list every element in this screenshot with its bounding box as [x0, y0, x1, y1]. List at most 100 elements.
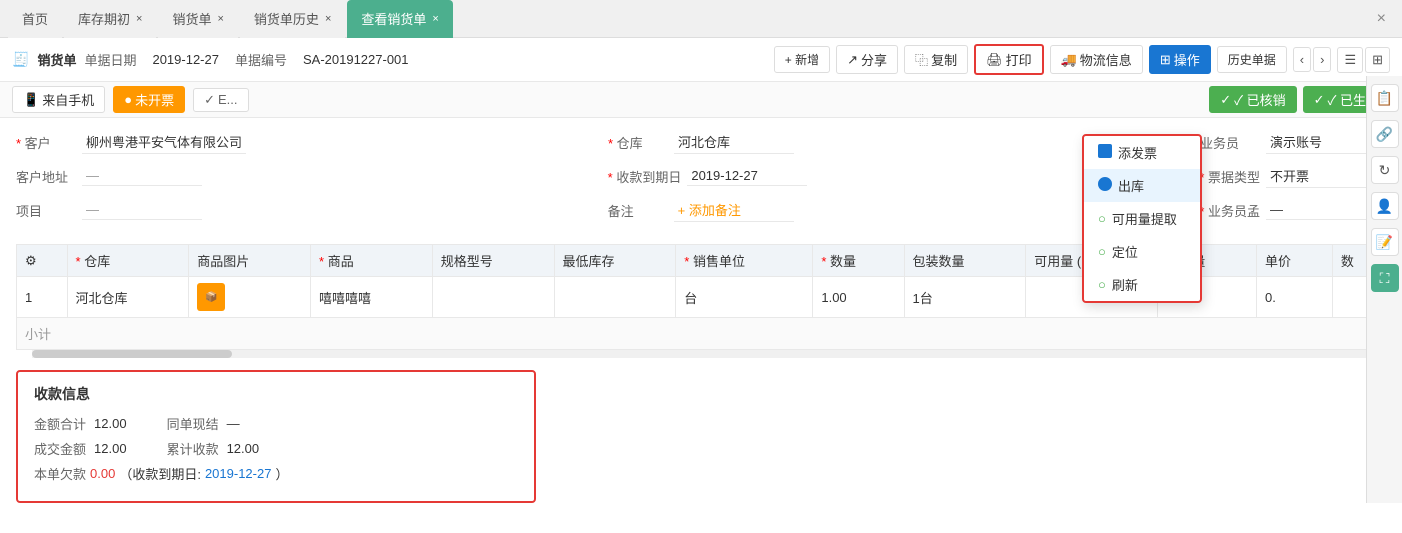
project-value[interactable]: —: [82, 200, 202, 220]
app-container: 首页 库存期初 × 销货单 × 销货单历史 × 查看销货单 × × 🧾 销货单: [0, 0, 1402, 533]
main-toolbar: 🧾 销货单 单据日期 2019-12-27 单据编号 SA-20191227-0…: [0, 38, 1402, 82]
nav-arrows: ‹ ›: [1293, 47, 1332, 72]
tab-home[interactable]: 首页: [8, 0, 62, 38]
col-product: 商品: [311, 245, 433, 277]
owed-label: 本单欠款: [34, 464, 86, 483]
share-icon: ↗: [847, 52, 858, 68]
col-price: 单价: [1257, 245, 1333, 277]
right-sidebar: 📋 🔗 ↻ 👤 📝 ⛶: [1366, 76, 1402, 503]
dropdown-item-outbound[interactable]: 出库: [1084, 169, 1200, 202]
print-button[interactable]: 🖨 打印: [974, 44, 1044, 75]
grid-view-button[interactable]: ⊞: [1365, 47, 1390, 73]
row-product-img: 📦: [189, 277, 311, 318]
logistics-icon: 🚚: [1061, 52, 1077, 68]
dropdown-refresh-label: 刷新: [1112, 275, 1138, 294]
biz-person2-label: 业务员孟: [1199, 201, 1260, 220]
sidebar-icon-expand[interactable]: ⛶: [1371, 264, 1399, 292]
summary-row-2: 成交金额 12.00 累计收款 12.00: [34, 439, 518, 458]
owed-value: 0.00: [90, 466, 115, 481]
sidebar-icon-user[interactable]: 👤: [1371, 192, 1399, 220]
invoice-icon: [1098, 144, 1112, 161]
summary-box: 收款信息 金额合计 12.00 同单现结 — 成交金额 12.00 累计收款: [16, 370, 536, 503]
tab-sales[interactable]: 销货单 ×: [158, 0, 237, 38]
gear-icon[interactable]: ⚙: [25, 253, 37, 268]
tab-home-label: 首页: [22, 9, 48, 28]
mobile-icon: 📱: [23, 92, 39, 108]
date-label: 单据日期: [84, 50, 136, 69]
row-product: 嘻嘻嘻嘻: [311, 277, 433, 318]
customer-field: 客户 柳州粤港平安气体有限公司: [16, 130, 592, 154]
prev-button[interactable]: ‹: [1293, 47, 1311, 72]
doc-meta: 单据日期 2019-12-27 单据编号 SA-20191227-001: [84, 50, 408, 69]
dropdown-item-locate[interactable]: ○ 定位: [1084, 235, 1200, 268]
tab-inventory-close[interactable]: ×: [136, 13, 142, 25]
check-icon: ✓: [204, 92, 215, 108]
verified-badge[interactable]: ✓ ✓ 已核销: [1209, 86, 1296, 113]
total-label: 金额合计: [34, 414, 86, 433]
sidebar-icon-note[interactable]: 📝: [1371, 228, 1399, 256]
sidebar-icon-refresh[interactable]: ↻: [1371, 156, 1399, 184]
dropdown-item-refresh[interactable]: ○ 刷新: [1084, 268, 1200, 301]
customer-value[interactable]: 柳州粤港平安气体有限公司: [82, 130, 246, 154]
from-mobile-button[interactable]: 📱 来自手机: [12, 86, 105, 113]
sidebar-icon-link[interactable]: 🔗: [1371, 120, 1399, 148]
col-pack-qty: 包装数量: [904, 245, 1026, 277]
history-button[interactable]: 历史单据: [1217, 46, 1287, 73]
list-view-button[interactable]: ☰: [1337, 47, 1363, 73]
row-warehouse: 河北仓库: [67, 277, 189, 318]
ops-icon: ⊞: [1160, 52, 1171, 68]
main-content: 🧾 销货单 单据日期 2019-12-27 单据编号 SA-20191227-0…: [0, 38, 1402, 503]
doc-title-area: 🧾 销货单: [12, 50, 76, 69]
tab-bar: 首页 库存期初 × 销货单 × 销货单历史 × 查看销货单 × ×: [0, 0, 1402, 38]
copy-button[interactable]: ⿻ 复制: [904, 45, 968, 74]
scrollbar-thumb[interactable]: [32, 350, 232, 358]
col-quantity: 数量: [813, 245, 904, 277]
dropdown-item-invoice[interactable]: 添发票: [1084, 136, 1200, 169]
warehouse-value[interactable]: 河北仓库: [674, 130, 794, 154]
share-button[interactable]: ↗ 分享: [836, 45, 898, 74]
tab-sales-close[interactable]: ×: [217, 13, 223, 25]
same-order-item: 同单现结 —: [167, 414, 240, 433]
customer-label: 客户: [16, 133, 76, 152]
toolbar-actions: + 新增 ↗ 分享 ⿻ 复制 🖨 打印 🚚 物流信息: [774, 44, 1390, 75]
row-spec: [432, 277, 554, 318]
logistics-button[interactable]: 🚚 物流信息: [1050, 45, 1143, 74]
not-open-badge[interactable]: ● 未开票: [113, 86, 185, 113]
warehouse-label: 仓库: [608, 133, 668, 152]
owed-note: （收款到期日:: [119, 464, 201, 483]
circle-icon: ●: [124, 92, 132, 107]
check-badge[interactable]: ✓ E...: [193, 88, 248, 112]
dropdown-item-available[interactable]: ○ 可用量提取: [1084, 202, 1200, 235]
payment-date-value[interactable]: 2019-12-27: [687, 166, 807, 186]
tab-history-label: 销货单历史: [254, 9, 319, 28]
tab-view[interactable]: 查看销货单 ×: [347, 0, 452, 38]
owed-date: 2019-12-27: [205, 466, 272, 481]
deal-item: 成交金额 12.00: [34, 439, 127, 458]
ops-button[interactable]: ⊞ 操作: [1149, 45, 1211, 74]
tab-inventory[interactable]: 库存期初 ×: [64, 0, 156, 38]
biz-person-field: 业务员 演示账号: [1200, 130, 1386, 154]
project-label: 项目: [16, 201, 76, 220]
owed-item: 本单欠款 0.00 （收款到期日: 2019-12-27 ）: [34, 464, 288, 483]
next-button[interactable]: ›: [1313, 47, 1331, 72]
window-close-button[interactable]: ×: [1369, 6, 1394, 31]
horizontal-scrollbar[interactable]: [32, 350, 1370, 358]
address-value[interactable]: —: [82, 166, 202, 186]
refresh-icon: ○: [1098, 277, 1106, 292]
ops-dropdown: 添发票 出库 ○ 可用量提取 ○ 定位 ○ 刷新: [1082, 134, 1202, 303]
row-min-stock: [554, 277, 676, 318]
address-label: 客户地址: [16, 167, 76, 186]
remark-add-button[interactable]: + 添加备注: [674, 198, 794, 222]
bill-type-field: 票据类型 不开票: [1199, 164, 1386, 188]
summary-row-1: 金额合计 12.00 同单现结 —: [34, 414, 518, 433]
deal-value: 12.00: [94, 441, 127, 456]
tab-history-close[interactable]: ×: [325, 13, 331, 25]
tab-view-close[interactable]: ×: [432, 13, 438, 25]
tab-history[interactable]: 销货单历史 ×: [240, 0, 345, 38]
sidebar-icon-doc[interactable]: 📋: [1371, 84, 1399, 112]
available-icon: ○: [1098, 211, 1106, 226]
date-value: 2019-12-27: [152, 52, 219, 67]
row-sales-unit: 台: [676, 277, 813, 318]
new-button[interactable]: + 新增: [774, 46, 830, 73]
row-index: 1: [17, 277, 68, 318]
